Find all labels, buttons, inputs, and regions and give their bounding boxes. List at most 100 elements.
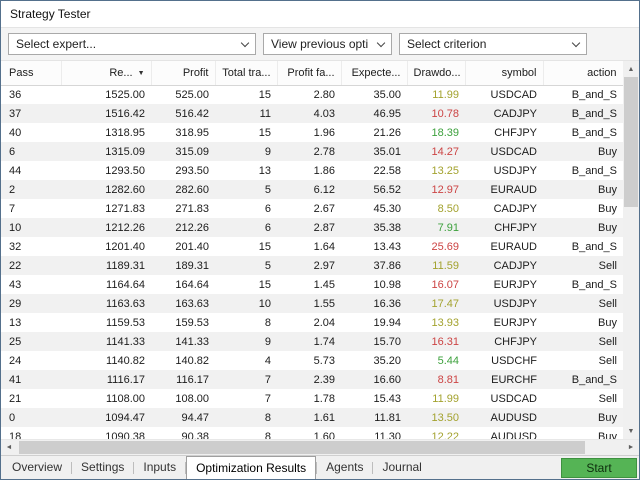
cell-profit-factor: 1.96 bbox=[313, 126, 335, 139]
cell-pass: 37 bbox=[9, 107, 22, 120]
tab-inputs[interactable]: Inputs bbox=[134, 456, 185, 479]
scroll-down-button[interactable]: ▼ bbox=[623, 423, 639, 439]
previous-optimization-dropdown[interactable]: View previous opti bbox=[263, 33, 392, 55]
cell-expected-payoff: 56.52 bbox=[373, 183, 401, 196]
cell-expected-payoff: 11.30 bbox=[374, 430, 401, 440]
cell-total-trades: 6 bbox=[264, 221, 271, 234]
cell-pass: 6 bbox=[9, 145, 16, 158]
cell-total-trades: 10 bbox=[258, 297, 271, 310]
horizontal-scrollbar[interactable]: ◄ ► bbox=[1, 439, 639, 455]
tab-journal[interactable]: Journal bbox=[373, 456, 430, 479]
cell-total-trades: 15 bbox=[258, 278, 271, 291]
expert-dropdown[interactable]: Select expert... bbox=[8, 33, 256, 55]
cell-result: 1293.50 bbox=[105, 164, 145, 177]
cell-profit-factor: 2.78 bbox=[313, 145, 335, 158]
result-row[interactable]: 22 1189.31 189.31 5 2.97 37.86 11.59 CADJPY Sell bbox=[1, 256, 623, 275]
criterion-dropdown[interactable]: Select criterion bbox=[399, 33, 587, 55]
column-header-total-tra[interactable]: Total tra... bbox=[215, 61, 278, 86]
cell-drawdown: 25.69 bbox=[431, 240, 459, 253]
cell-profit-factor: 1.64 bbox=[313, 240, 335, 253]
cell-profit: 201.40 bbox=[175, 240, 209, 253]
cell-action: Sell bbox=[598, 354, 617, 367]
cell-expected-payoff: 46.95 bbox=[373, 107, 401, 120]
result-row[interactable]: 13 1159.53 159.53 8 2.04 19.94 13.93 EURJPY Buy bbox=[1, 313, 623, 332]
cell-symbol: CADJPY bbox=[493, 259, 537, 272]
cell-symbol: USDCAD bbox=[490, 145, 537, 158]
sort-descending-icon: ▼ bbox=[137, 69, 145, 77]
result-row[interactable]: 21 1108.00 108.00 7 1.78 15.43 11.99 USDCAD Sell bbox=[1, 389, 623, 408]
column-header-profit-fa[interactable]: Profit fa... bbox=[277, 61, 342, 86]
cell-result: 1315.09 bbox=[105, 145, 145, 158]
tab-overview[interactable]: Overview bbox=[3, 456, 71, 479]
cell-profit-factor: 1.60 bbox=[313, 430, 335, 440]
column-header-profit[interactable]: Profit bbox=[151, 61, 216, 86]
cell-pass: 10 bbox=[9, 221, 22, 234]
tab-optimization-results[interactable]: Optimization Results bbox=[186, 456, 317, 479]
cell-symbol: AUDUSD bbox=[490, 411, 537, 424]
result-row[interactable]: 32 1201.40 201.40 15 1.64 13.43 25.69 EURAUD B_a… bbox=[1, 237, 623, 256]
cell-expected-payoff: 16.36 bbox=[373, 297, 401, 310]
cell-symbol: EURCHF bbox=[491, 373, 537, 386]
result-row[interactable]: 43 1164.64 164.64 15 1.45 10.98 16.07 EURJPY B_a… bbox=[1, 275, 623, 294]
cell-total-trades: 11 bbox=[259, 107, 271, 120]
column-header-pass[interactable]: Pass bbox=[1, 61, 62, 86]
horizontal-scroll-track[interactable] bbox=[17, 440, 623, 455]
cell-profit: 163.63 bbox=[175, 297, 209, 310]
result-row[interactable]: 0 1094.47 94.47 8 1.61 11.81 13.50 AUDUSD Buy bbox=[1, 408, 623, 427]
result-row[interactable]: 2 1282.60 282.60 5 6.12 56.52 12.97 EURAUD Buy bbox=[1, 180, 623, 199]
vertical-scroll-thumb[interactable] bbox=[624, 77, 638, 207]
cell-profit: 159.53 bbox=[175, 316, 209, 329]
cell-result: 1164.64 bbox=[106, 278, 145, 291]
scroll-left-button[interactable]: ◄ bbox=[1, 440, 17, 455]
cell-drawdown: 10.78 bbox=[431, 107, 459, 120]
cell-symbol: USDCHF bbox=[491, 354, 537, 367]
column-header-drawdo[interactable]: Drawdo... bbox=[407, 61, 466, 86]
start-button[interactable]: Start bbox=[561, 457, 637, 478]
result-row[interactable]: 37 1516.42 516.42 11 4.03 46.95 10.78 CADJPY B_a… bbox=[1, 104, 623, 123]
vertical-scrollbar[interactable]: ▲ ▼ bbox=[623, 61, 639, 439]
column-header-label: Profit fa... bbox=[287, 66, 335, 79]
result-row[interactable]: 25 1141.33 141.33 9 1.74 15.70 16.31 CHFJPY Sell bbox=[1, 332, 623, 351]
scroll-right-button[interactable]: ► bbox=[623, 440, 639, 455]
result-row[interactable]: 6 1315.09 315.09 9 2.78 35.01 14.27 USDCAD Buy bbox=[1, 142, 623, 161]
cell-profit-factor: 2.39 bbox=[313, 373, 335, 386]
cell-symbol: USDCAD bbox=[490, 392, 537, 405]
triangle-left-icon: ◄ bbox=[5, 444, 13, 451]
horizontal-scroll-thumb[interactable] bbox=[19, 441, 585, 454]
result-row[interactable]: 7 1271.83 271.83 6 2.67 45.30 8.50 CADJPY Buy bbox=[1, 199, 623, 218]
cell-total-trades: 7 bbox=[264, 392, 271, 405]
result-row[interactable]: 10 1212.26 212.26 6 2.87 35.38 7.91 CHFJPY Buy bbox=[1, 218, 623, 237]
cell-result: 1141.33 bbox=[106, 335, 145, 348]
cell-profit-factor: 2.87 bbox=[313, 221, 335, 234]
column-header-expecte[interactable]: Expecte... bbox=[341, 61, 408, 86]
cell-result: 1116.17 bbox=[106, 373, 145, 386]
vertical-scroll-track[interactable] bbox=[623, 77, 639, 423]
cell-drawdown: 12.97 bbox=[431, 183, 459, 196]
cell-profit: 271.83 bbox=[175, 202, 209, 215]
cell-expected-payoff: 35.20 bbox=[373, 354, 401, 367]
cell-total-trades: 8 bbox=[264, 316, 271, 329]
cell-pass: 44 bbox=[9, 164, 22, 177]
result-row[interactable]: 18 1090.38 90.38 8 1.60 11.30 12.22 AUDUSD Buy bbox=[1, 427, 623, 440]
cell-symbol: CHFJPY bbox=[494, 126, 537, 139]
optimization-results-table: Pass Re... ▼ Profit Total tra... Profit fa...… bbox=[1, 61, 639, 439]
result-row[interactable]: 41 1116.17 116.17 7 2.39 16.60 8.81 EURCHF B_and… bbox=[1, 370, 623, 389]
column-header-action[interactable]: action bbox=[543, 61, 624, 86]
column-header-symbol[interactable]: symbol bbox=[465, 61, 544, 86]
result-row[interactable]: 24 1140.82 140.82 4 5.73 35.20 5.44 USDCHF Sell bbox=[1, 351, 623, 370]
scroll-up-button[interactable]: ▲ bbox=[623, 61, 639, 77]
result-row[interactable]: 44 1293.50 293.50 13 1.86 22.58 13.25 USDJPY B_a… bbox=[1, 161, 623, 180]
cell-profit-factor: 1.45 bbox=[313, 278, 335, 291]
tab-settings[interactable]: Settings bbox=[72, 456, 133, 479]
tab-agents[interactable]: Agents bbox=[317, 456, 372, 479]
cell-expected-payoff: 37.86 bbox=[373, 259, 401, 272]
cell-drawdown: 13.25 bbox=[431, 164, 459, 177]
result-row[interactable]: 36 1525.00 525.00 15 2.80 35.00 11.99 USDCAD B_a… bbox=[1, 85, 623, 104]
result-row[interactable]: 29 1163.63 163.63 10 1.55 16.36 17.47 USDJPY Sel… bbox=[1, 294, 623, 313]
cell-pass: 18 bbox=[9, 430, 22, 440]
result-row[interactable]: 40 1318.95 318.95 15 1.96 21.26 18.39 CHFJPY B_a… bbox=[1, 123, 623, 142]
column-header-label: Expecte... bbox=[351, 66, 401, 79]
column-header-re[interactable]: Re... ▼ bbox=[61, 61, 152, 86]
cell-action: B_and_S bbox=[571, 240, 617, 253]
cell-action: B_and_S bbox=[571, 88, 617, 101]
